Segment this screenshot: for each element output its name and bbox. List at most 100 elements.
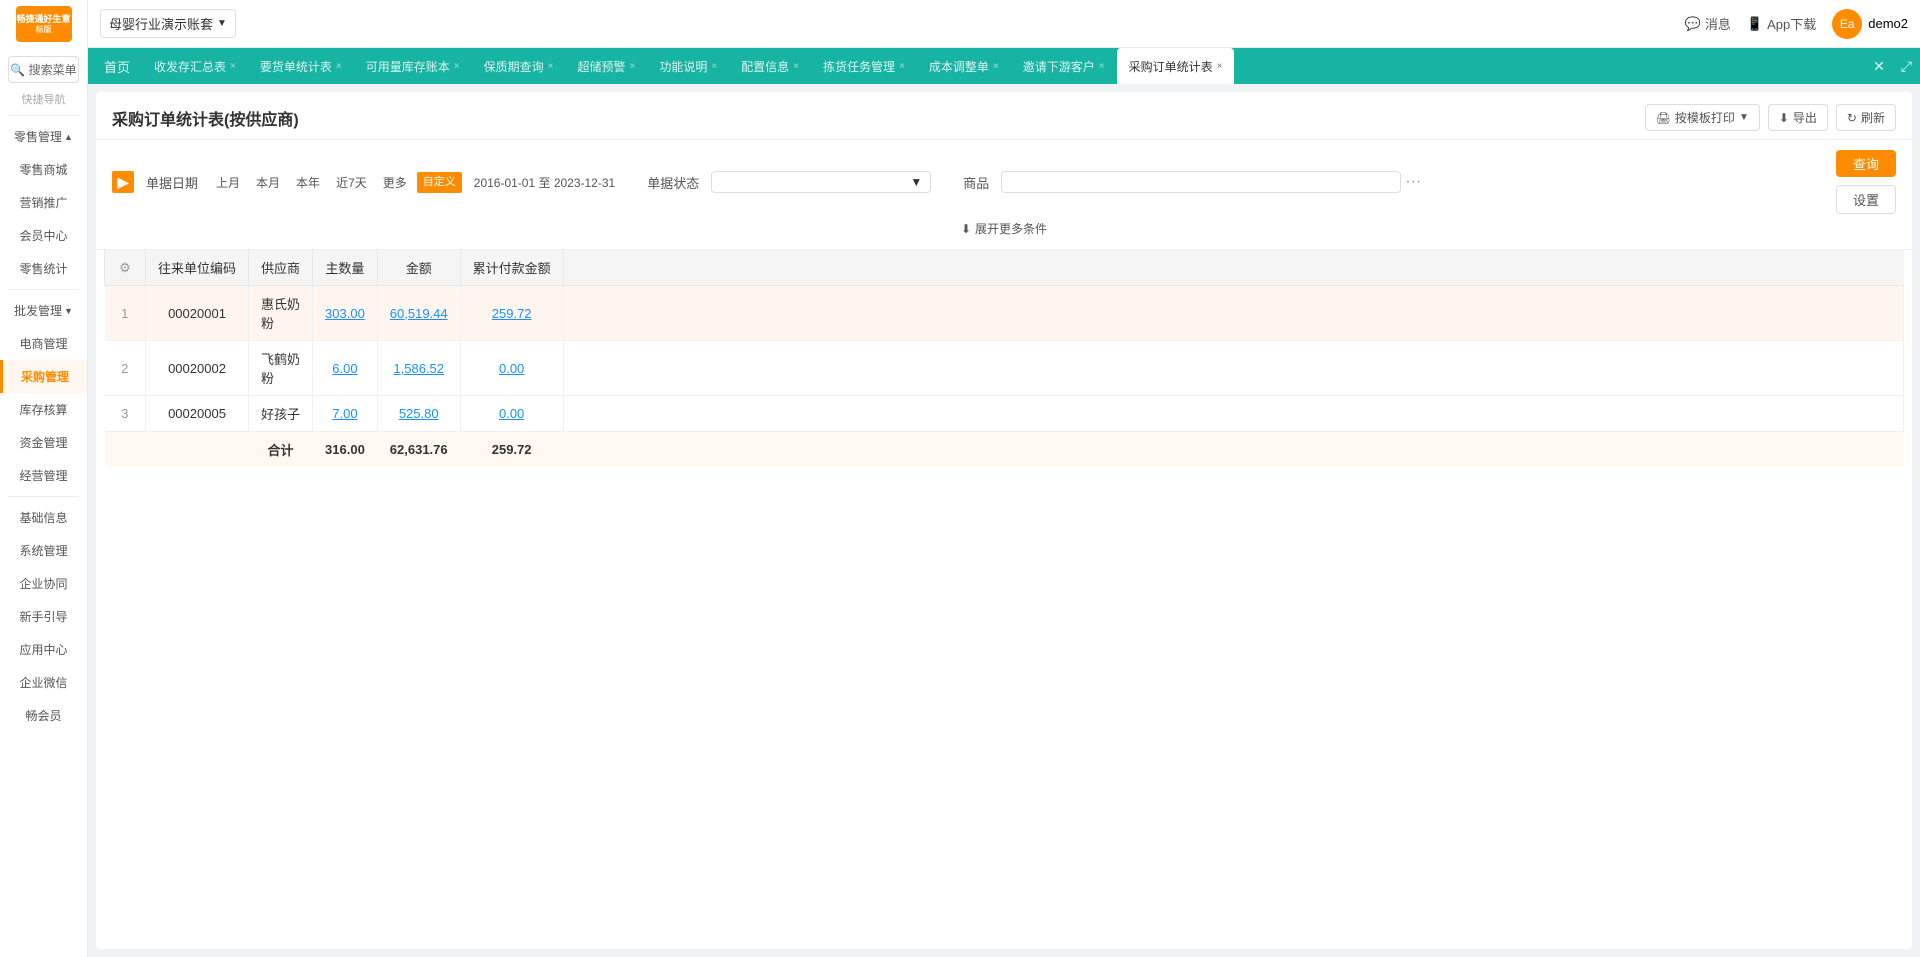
filter-date-7days[interactable]: 近7天 [330,172,373,193]
page: 采购订单统计表(按供应商) 🖨 按模板打印 ▼ ⬇ 导出 ↻ 刷新 [96,92,1912,949]
tab-available-inv[interactable]: 可用量库存账本 × [354,48,472,84]
sidebar-item-basic-info[interactable]: 基础信息 [0,501,87,534]
sidebar-item-retail-mgmt[interactable]: 零售管理 ▲ [0,120,87,153]
sidebar-item-new-guide[interactable]: 新手引导 [0,600,87,633]
filter-status-select[interactable]: ▼ [711,171,931,193]
tab-func-desc-label: 功能说明 [659,58,707,75]
filter-more-dots[interactable]: ··· [1405,173,1421,191]
sidebar-item-basic-info-label: 基础信息 [19,511,67,525]
logo-sub: 标版 [16,25,70,35]
tab-purchase-order-stats-close[interactable]: × [1217,61,1223,72]
app-download-label: App下载 [1767,14,1816,33]
sidebar-item-sys-mgmt[interactable]: 系统管理 [0,534,87,567]
row-1-qty[interactable]: 303.00 [313,286,378,341]
print-label: 按模板打印 [1675,109,1735,126]
sidebar-item-sys-mgmt-label: 系统管理 [19,544,67,558]
message-button[interactable]: 💬 消息 [1685,14,1731,33]
expand-more-button[interactable]: ⬇ 展开更多条件 [112,214,1896,239]
filter-date-custom-tag[interactable]: 自定义 [417,172,462,193]
export-button[interactable]: ⬇ 导出 [1768,104,1828,131]
app-download-button[interactable]: 📱 App下载 [1747,14,1816,33]
print-dropdown-icon: ▼ [1739,112,1749,123]
row-2-qty[interactable]: 6.00 [313,341,378,396]
filter-date-last-month[interactable]: 上月 [210,172,246,193]
sidebar-item-member-card[interactable]: 畅会员 [0,699,87,732]
row-2-amount[interactable]: 1,586.52 [377,341,460,396]
tab-receive-send-label: 收发存汇总表 [154,58,226,75]
tab-available-inv-close[interactable]: × [454,61,460,72]
tab-overstock-warn-close[interactable]: × [629,61,635,72]
tab-pick-task-close[interactable]: × [899,61,905,72]
tab-home[interactable]: 首页 [92,48,142,84]
sidebar-item-marketing[interactable]: 营销推广 [0,186,87,219]
tab-goods-stats-close[interactable]: × [336,61,342,72]
tab-expand-button[interactable]: ⤢ [1897,58,1916,75]
tab-invite-downstream[interactable]: 邀请下游客户 × [1011,48,1117,84]
print-button[interactable]: 🖨 按模板打印 ▼ [1645,104,1760,131]
sidebar-item-corp-collab[interactable]: 企业协同 [0,567,87,600]
filter-date-more[interactable]: 更多 [377,172,413,193]
account-dropdown[interactable]: 母婴行业演示账套 ▼ [100,9,236,38]
search-menu-button[interactable]: 🔍 搜索菜单 [8,56,79,83]
tab-overstock-warn[interactable]: 超储预警 × [565,48,647,84]
row-3-amount[interactable]: 525.80 [377,396,460,432]
content-area: 采购订单统计表(按供应商) 🖨 按模板打印 ▼ ⬇ 导出 ↻ 刷新 [88,84,1920,957]
sidebar-item-purchase-mgmt[interactable]: 采购管理 [0,360,87,393]
column-settings-icon[interactable]: ⚙ [117,260,133,276]
sidebar-item-corp-wechat[interactable]: 企业微信 [0,666,87,699]
sidebar-item-inventory[interactable]: 库存核算 [0,393,87,426]
refresh-button[interactable]: ↻ 刷新 [1836,104,1896,131]
filter-toggle-button[interactable]: ▶ [112,171,134,193]
tab-config-info[interactable]: 配置信息 × [729,48,811,84]
sidebar: 畅捷通好生意 标版 🔍 搜索菜单 快捷导航 零售管理 ▲ 零售商城 营销推广 会… [0,0,88,957]
tab-cost-adjust[interactable]: 成本调整单 × [917,48,1011,84]
row-1-amount[interactable]: 60,519.44 [377,286,460,341]
sidebar-item-ecom-mgmt[interactable]: 电商管理 [0,327,87,360]
filter-date-this-month[interactable]: 本月 [250,172,286,193]
tab-expiry-query-close[interactable]: × [548,61,554,72]
row-1-supplier: 惠氏奶粉 [249,286,313,341]
setting-button[interactable]: 设置 [1836,185,1896,214]
sidebar-item-ops-mgmt[interactable]: 经营管理 [0,459,87,492]
tab-close-all-button[interactable]: ✕ [1869,58,1889,75]
sidebar-item-finance[interactable]: 资金管理 [0,426,87,459]
tab-receive-send[interactable]: 收发存汇总表 × [142,48,248,84]
tab-config-info-close[interactable]: × [793,61,799,72]
row-2-paid[interactable]: 0.00 [460,341,563,396]
tab-purchase-order-stats[interactable]: 采购订单统计表 × [1117,48,1235,84]
page-header-actions: 🖨 按模板打印 ▼ ⬇ 导出 ↻ 刷新 [1645,104,1896,131]
sidebar-item-new-guide-label: 新手引导 [19,610,67,624]
tab-invite-downstream-close[interactable]: × [1099,61,1105,72]
footer-amount: 62,631.76 [377,432,460,468]
logo-image: 畅捷通好生意 标版 [16,6,72,42]
footer-empty-2 [146,432,249,468]
sidebar-item-app-center[interactable]: 应用中心 [0,633,87,666]
main-area: 母婴行业演示账套 ▼ 💬 消息 📱 App下载 Ea demo2 首页 [88,0,1920,957]
user-area[interactable]: Ea demo2 [1832,9,1908,39]
sidebar-item-batch-mgmt[interactable]: 批发管理 ▼ [0,294,87,327]
row-2-num: 2 [105,341,146,396]
row-3-qty[interactable]: 7.00 [313,396,378,432]
sidebar-item-retail-shop[interactable]: 零售商城 [0,153,87,186]
filter-date-this-year[interactable]: 本年 [290,172,326,193]
filter-goods-input[interactable] [1001,171,1401,193]
tab-func-desc-close[interactable]: × [711,61,717,72]
tab-func-desc[interactable]: 功能说明 × [647,48,729,84]
row-3-paid[interactable]: 0.00 [460,396,563,432]
sidebar-item-member[interactable]: 会员中心 [0,219,87,252]
refresh-label: 刷新 [1861,109,1885,126]
tab-receive-send-close[interactable]: × [230,61,236,72]
expand-more-icon: ⬇ [961,222,971,236]
tab-pick-task[interactable]: 拣货任务管理 × [811,48,917,84]
table-row: 3 00020005 好孩子 7.00 525.80 0.00 [105,396,1904,432]
row-1-paid[interactable]: 259.72 [460,286,563,341]
tab-goods-stats[interactable]: 要货单统计表 × [248,48,354,84]
query-button[interactable]: 查询 [1836,150,1896,177]
sidebar-item-corp-collab-label: 企业协同 [19,577,67,591]
tab-purchase-order-stats-label: 采购订单统计表 [1129,58,1213,75]
sidebar-item-retail-stats[interactable]: 零售统计 [0,252,87,285]
tab-expiry-query[interactable]: 保质期查询 × [472,48,566,84]
expand-more-label: 展开更多条件 [975,220,1047,237]
sidebar-item-ops-mgmt-label: 经营管理 [19,469,67,483]
tab-cost-adjust-close[interactable]: × [993,61,999,72]
